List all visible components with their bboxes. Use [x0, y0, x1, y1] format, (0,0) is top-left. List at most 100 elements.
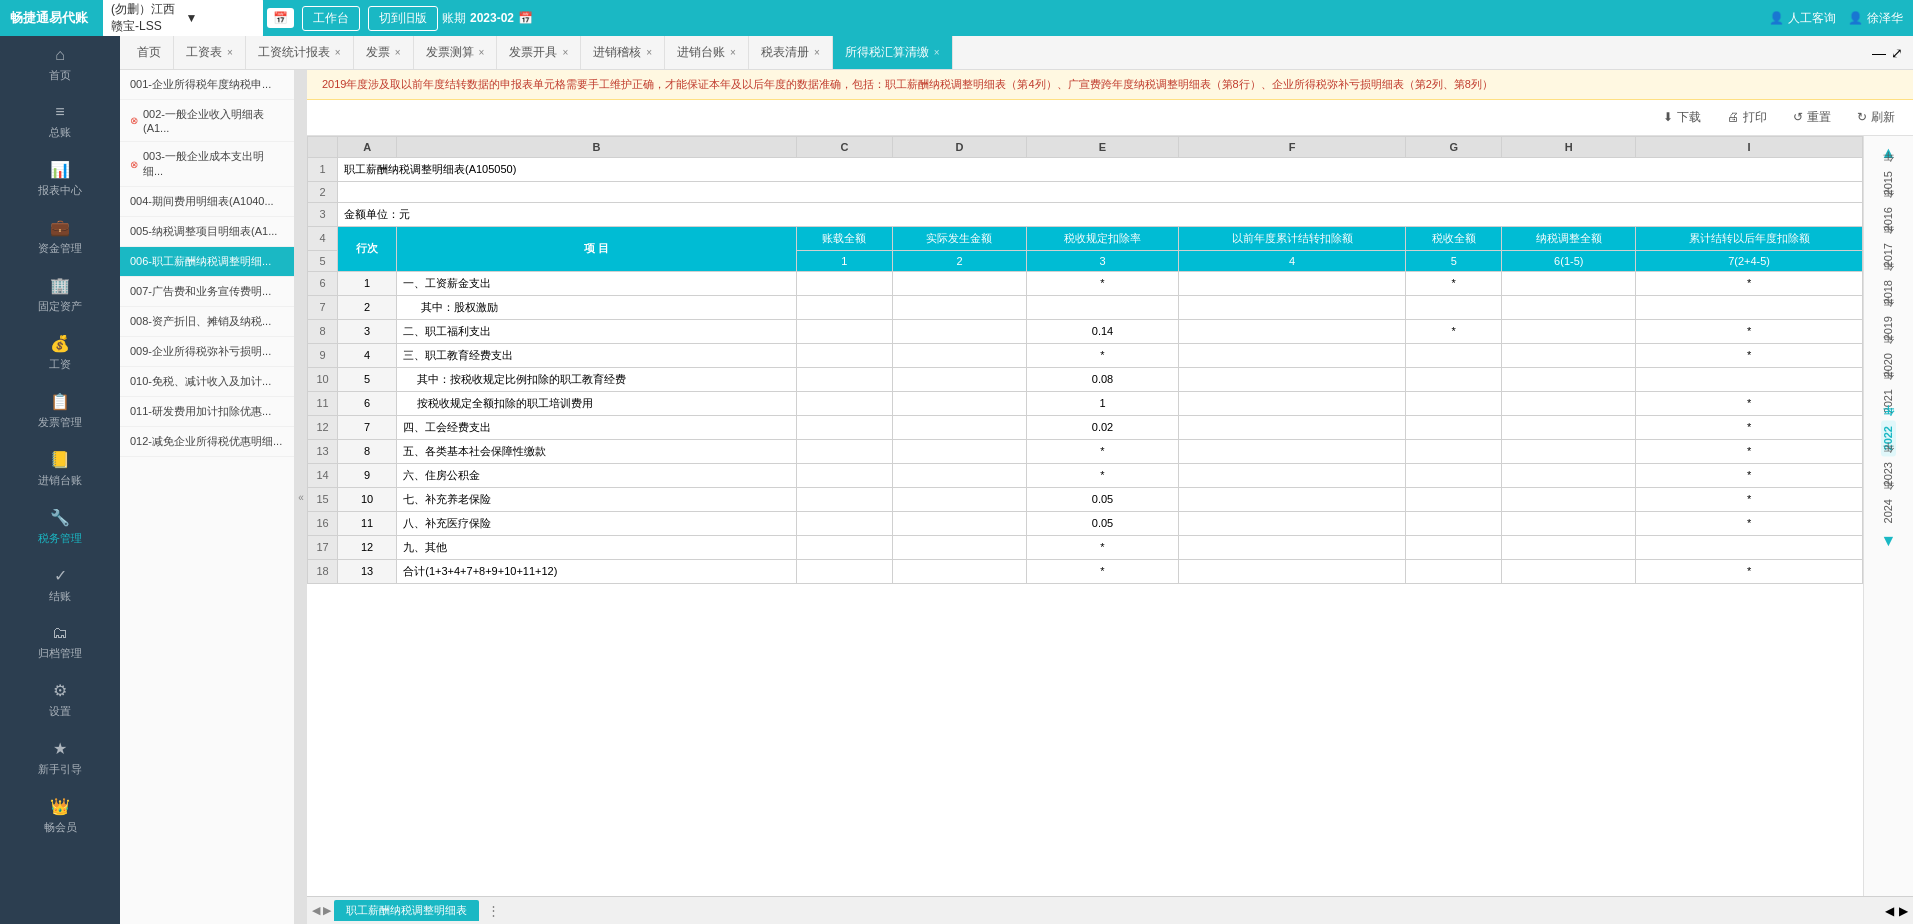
- tab-close-income-tax[interactable]: ×: [934, 47, 940, 58]
- year-2017[interactable]: 2017年: [1881, 237, 1896, 273]
- user-avatar-icon: 👤: [1848, 11, 1863, 25]
- ledger-icon: ≡: [55, 103, 64, 121]
- tab-minimize-icon[interactable]: —: [1872, 45, 1886, 61]
- sidebar-item-ledger[interactable]: ≡ 总账: [0, 93, 120, 150]
- sidebar-item-asset-mgmt[interactable]: 💼 资金管理: [0, 208, 120, 266]
- tab-invoice[interactable]: 发票 ×: [354, 36, 414, 70]
- tab-maximize-icon[interactable]: ⤢: [1891, 45, 1903, 61]
- support-btn[interactable]: 👤 人工客询: [1769, 10, 1836, 27]
- tab-close-tax-register[interactable]: ×: [814, 47, 820, 58]
- sub-nav-009[interactable]: 009-企业所得税弥补亏损明...: [120, 337, 294, 367]
- tab-sales-ledger[interactable]: 进销台账 ×: [665, 36, 749, 70]
- year-2019[interactable]: 2019年: [1881, 310, 1896, 346]
- sidebar-item-sales-ledger[interactable]: 📒 进销台账: [0, 440, 120, 498]
- tab-close-invoice-issue[interactable]: ×: [562, 47, 568, 58]
- sidebar-item-payroll[interactable]: 💰 工资: [0, 324, 120, 382]
- sub-nav-012[interactable]: 012-减免企业所得税优惠明细...: [120, 427, 294, 457]
- table-row: 11 6 按税收规定全额扣除的职工培训费用 1 *: [308, 391, 1863, 415]
- sheet-right-btn[interactable]: ▶: [323, 904, 331, 917]
- col-header-i: I: [1636, 136, 1863, 157]
- year-2020[interactable]: 2020年: [1881, 347, 1896, 383]
- sidebar-label-archive: 归档管理: [38, 646, 82, 661]
- tab-close-payroll-report[interactable]: ×: [335, 47, 341, 58]
- tab-close-invoice[interactable]: ×: [395, 47, 401, 58]
- tab-invoice-calc[interactable]: 发票测算 ×: [414, 36, 498, 70]
- sub-nav-005[interactable]: 005-纳税调整项目明细表(A1...: [120, 217, 294, 247]
- topbar-right: 👤 人工客询 👤 徐泽华: [1769, 10, 1903, 27]
- year-2015[interactable]: 2015年: [1881, 165, 1896, 201]
- scroll-right-btn[interactable]: ▶: [1899, 904, 1908, 918]
- sub-nav-008[interactable]: 008-资产折旧、摊销及纳税...: [120, 307, 294, 337]
- year-nav: ▲ 2015年 2016年 2017年 2018年 2019年 2020年 20…: [1863, 136, 1913, 897]
- sidebar-label-asset-mgmt: 资金管理: [38, 241, 82, 256]
- sidebar-item-vip[interactable]: 👑 畅会员: [0, 787, 120, 845]
- sub-nav-010[interactable]: 010-免税、减计收入及加计...: [120, 367, 294, 397]
- period-calendar-icon[interactable]: 📅: [518, 11, 533, 25]
- tab-sales-check[interactable]: 进销稽核 ×: [581, 36, 665, 70]
- year-2021[interactable]: 2021年: [1881, 383, 1896, 419]
- sub-nav-001[interactable]: 001-企业所得税年度纳税申...: [120, 70, 294, 100]
- sidebar-item-tax-mgmt[interactable]: 🔧 税务管理: [0, 498, 120, 556]
- tab-payroll-table[interactable]: 工资表 ×: [174, 36, 246, 70]
- sub-nav-004[interactable]: 004-期间费用明细表(A1040...: [120, 187, 294, 217]
- tab-invoice-issue[interactable]: 发票开具 ×: [497, 36, 581, 70]
- sidebar-item-invoice-mgmt[interactable]: 📋 发票管理: [0, 382, 120, 440]
- sub-nav-003[interactable]: ⊗ 003-一般企业成本支出明细...: [120, 142, 294, 187]
- tab-home[interactable]: 首页: [125, 36, 174, 70]
- sheet-options-icon[interactable]: ⋮: [487, 903, 500, 918]
- sheet-left-btn[interactable]: ◀: [312, 904, 320, 917]
- year-2024[interactable]: 2024年: [1881, 493, 1896, 529]
- tab-close-payroll[interactable]: ×: [227, 47, 233, 58]
- sub-nav-collapse-btn[interactable]: «: [295, 70, 307, 924]
- settings-icon: ⚙: [53, 681, 67, 700]
- sidebar-item-home[interactable]: ⌂ 首页: [0, 36, 120, 93]
- year-nav-down-btn[interactable]: ▼: [1878, 529, 1900, 553]
- refresh-btn[interactable]: ↻ 刷新: [1849, 106, 1903, 129]
- sidebar-item-close-account[interactable]: ✓ 结账: [0, 556, 120, 614]
- guide-icon: ★: [53, 739, 67, 758]
- download-btn[interactable]: ⬇ 下载: [1655, 106, 1709, 129]
- year-2016[interactable]: 2016年: [1881, 201, 1896, 237]
- dropdown-icon: ▼: [186, 11, 256, 25]
- sidebar-item-fixed-asset[interactable]: 🏢 固定资产: [0, 266, 120, 324]
- archive-icon: 🗂: [52, 624, 68, 642]
- sidebar-item-settings[interactable]: ⚙ 设置: [0, 671, 120, 729]
- reset-btn[interactable]: ↺ 重置: [1785, 106, 1839, 129]
- sidebar-item-report[interactable]: 📊 报表中心: [0, 150, 120, 208]
- table-row: 2: [308, 181, 1863, 202]
- sidebar-item-archive[interactable]: 🗂 归档管理: [0, 614, 120, 671]
- sub-nav-007[interactable]: 007-广告费和业务宣传费明...: [120, 277, 294, 307]
- bottom-sheet-tab[interactable]: 职工薪酬纳税调整明细表: [334, 900, 479, 921]
- year-2022[interactable]: 2022年: [1881, 420, 1896, 456]
- sub-nav-006[interactable]: 006-职工薪酬纳税调整明细...: [120, 247, 294, 277]
- print-btn[interactable]: 🖨 打印: [1719, 106, 1775, 129]
- sub-nav-002[interactable]: ⊗ 002-一般企业收入明细表(A1...: [120, 100, 294, 142]
- toolbar: ⬇ 下载 🖨 打印 ↺ 重置 ↻ 刷新: [307, 100, 1913, 136]
- table-row: 16 11 八、补充医疗保险 0.05 *: [308, 511, 1863, 535]
- year-2023[interactable]: 2023年: [1881, 456, 1896, 492]
- sidebar-label-vip: 畅会员: [44, 820, 77, 835]
- col-header-h: H: [1502, 136, 1636, 157]
- tab-close-sales-ledger[interactable]: ×: [730, 47, 736, 58]
- calendar-btn[interactable]: 📅: [267, 8, 294, 28]
- year-nav-up-btn[interactable]: ▲: [1878, 141, 1900, 165]
- workspace-btn[interactable]: 工作台: [302, 6, 360, 31]
- sidebar-item-guide[interactable]: ★ 新手引导: [0, 729, 120, 787]
- col-header-d: D: [893, 136, 1027, 157]
- tab-payroll-report[interactable]: 工资统计报表 ×: [246, 36, 354, 70]
- scroll-left-btn[interactable]: ◀: [1885, 904, 1894, 918]
- col-g-num: 5: [1405, 250, 1501, 271]
- col-d-header: 实际发生金额: [893, 226, 1027, 250]
- year-2018[interactable]: 2018年: [1881, 274, 1896, 310]
- tab-close-invoice-calc[interactable]: ×: [479, 47, 485, 58]
- switch-old-btn[interactable]: 切到旧版: [368, 6, 438, 31]
- user-btn[interactable]: 👤 徐泽华: [1848, 10, 1903, 27]
- company-selector[interactable]: (勿删）江西赣宝-LSS ▼: [103, 0, 263, 38]
- topbar: 畅捷通易代账 (勿删）江西赣宝-LSS ▼ 📅 工作台 切到旧版 账期 2023…: [0, 0, 1913, 36]
- sidebar-label-invoice-mgmt: 发票管理: [38, 415, 82, 430]
- col-c-num: 1: [796, 250, 892, 271]
- tab-tax-register[interactable]: 税表清册 ×: [749, 36, 833, 70]
- tab-close-sales-check[interactable]: ×: [646, 47, 652, 58]
- tab-income-tax[interactable]: 所得税汇算清缴 ×: [833, 36, 953, 70]
- sub-nav-011[interactable]: 011-研发费用加计扣除优惠...: [120, 397, 294, 427]
